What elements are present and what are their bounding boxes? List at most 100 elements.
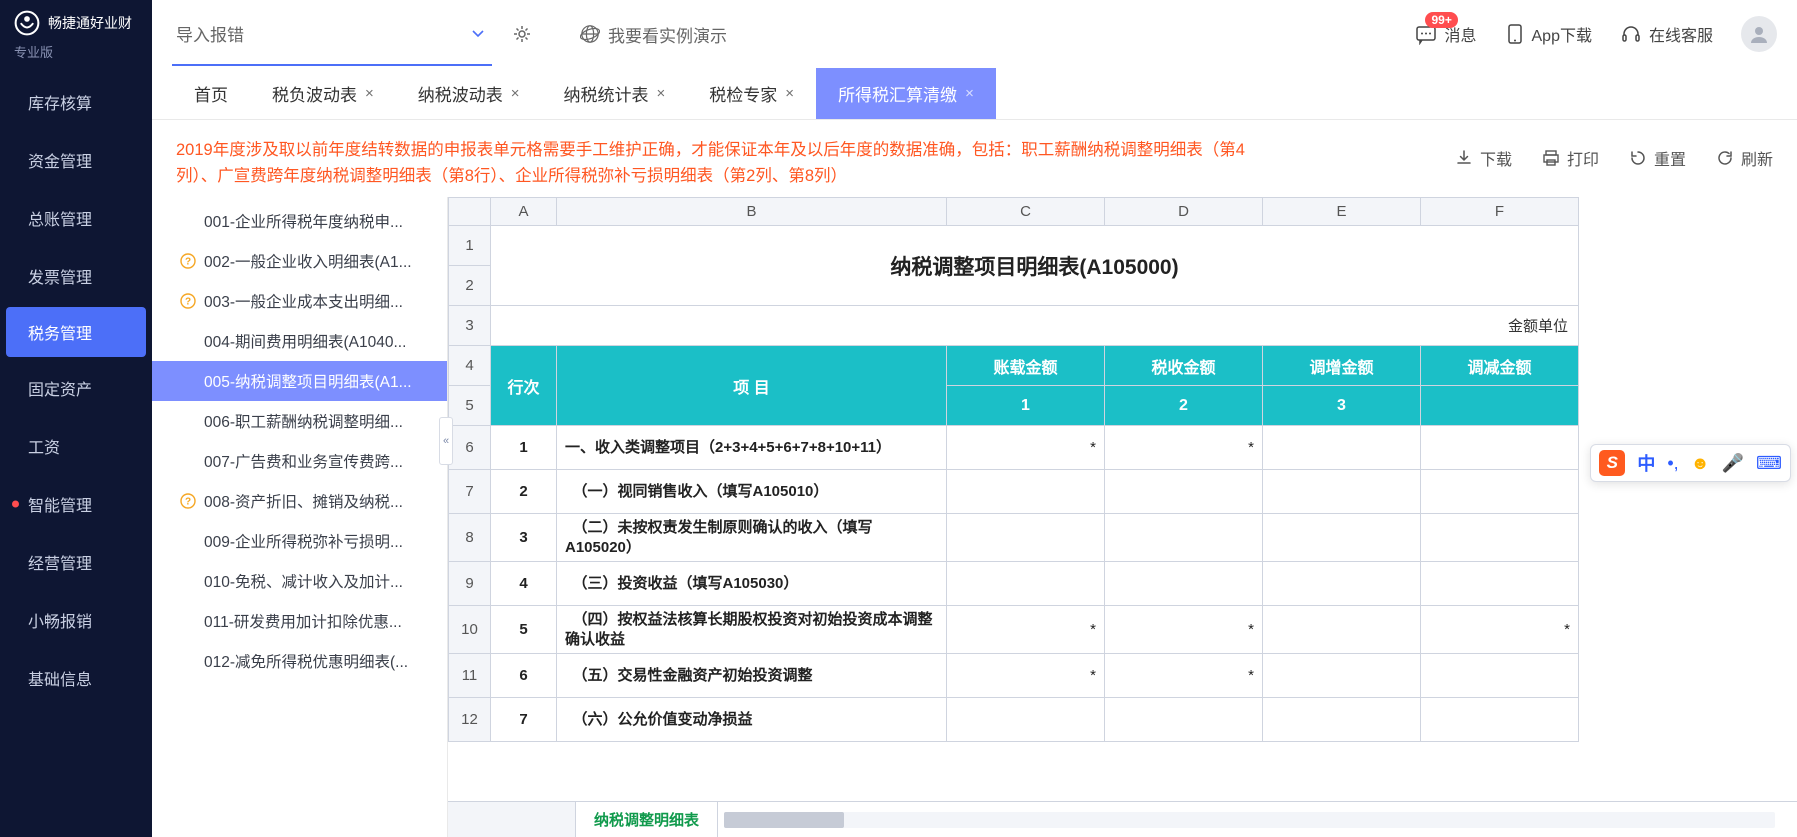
item-cell[interactable]: （五）交易性金融资产初始投资调整 <box>557 654 947 698</box>
value-cell[interactable] <box>1105 562 1263 606</box>
row-header[interactable]: 10 <box>449 606 491 654</box>
row-number-cell[interactable]: 6 <box>491 654 557 698</box>
column-header[interactable]: D <box>1105 198 1263 226</box>
value-cell[interactable]: * <box>947 654 1105 698</box>
value-cell[interactable] <box>1421 562 1579 606</box>
ime-mic-icon[interactable]: 🎤 <box>1722 453 1744 474</box>
value-cell[interactable] <box>1263 698 1421 742</box>
ime-keyboard-icon[interactable]: ⌨ <box>1756 453 1782 474</box>
row-header[interactable]: 1 <box>449 226 491 266</box>
form-list-item[interactable]: ?008-资产折旧、摊销及纳税... <box>152 481 447 521</box>
horizontal-scrollbar[interactable] <box>724 812 1775 828</box>
close-icon[interactable]: × <box>365 85 374 102</box>
value-cell[interactable]: * <box>947 606 1105 654</box>
value-cell[interactable] <box>1421 470 1579 514</box>
corner-cell[interactable] <box>449 198 491 226</box>
value-cell[interactable] <box>1263 654 1421 698</box>
online-service-button[interactable]: 在线客服 <box>1620 22 1713 46</box>
close-icon[interactable]: × <box>785 85 794 102</box>
page-tab[interactable]: 首页 <box>172 68 250 119</box>
item-cell[interactable]: （六）公允价值变动净损益 <box>557 698 947 742</box>
close-icon[interactable]: × <box>965 85 974 102</box>
form-list-item[interactable]: ?006-职工薪酬纳税调整明细... <box>152 401 447 441</box>
form-list-item[interactable]: ?009-企业所得税弥补亏损明... <box>152 521 447 561</box>
column-header[interactable]: C <box>947 198 1105 226</box>
row-header[interactable]: 4 <box>449 346 491 386</box>
form-list-item[interactable]: ?005-纳税调整项目明细表(A1... <box>152 361 447 401</box>
item-cell[interactable]: （三）投资收益（填写A105030） <box>557 562 947 606</box>
value-cell[interactable]: * <box>1421 606 1579 654</box>
value-cell[interactable] <box>1421 698 1579 742</box>
avatar[interactable] <box>1741 16 1777 52</box>
row-number-cell[interactable]: 2 <box>491 470 557 514</box>
row-header[interactable]: 8 <box>449 514 491 562</box>
item-cell[interactable]: 一、收入类调整项目（2+3+4+5+6+7+8+10+11） <box>557 426 947 470</box>
sidebar-item[interactable]: 基础信息 <box>0 649 152 707</box>
sidebar-item[interactable]: 税务管理 <box>6 307 146 357</box>
form-list-item[interactable]: ?004-期间费用明细表(A1040... <box>152 321 447 361</box>
value-cell[interactable] <box>1263 514 1421 562</box>
collapse-handle[interactable]: « <box>439 417 453 465</box>
value-cell[interactable] <box>1263 426 1421 470</box>
value-cell[interactable] <box>1263 606 1421 654</box>
sidebar-item[interactable]: 经营管理 <box>0 533 152 591</box>
row-header[interactable]: 11 <box>449 654 491 698</box>
value-cell[interactable] <box>947 470 1105 514</box>
value-cell[interactable] <box>947 562 1105 606</box>
ime-lang-toggle[interactable]: 中 <box>1637 450 1655 476</box>
page-tab[interactable]: 纳税统计表× <box>542 68 688 119</box>
row-header[interactable]: 3 <box>449 306 491 346</box>
value-cell[interactable]: * <box>1105 426 1263 470</box>
row-header[interactable]: 9 <box>449 562 491 606</box>
value-cell[interactable]: * <box>1105 654 1263 698</box>
value-cell[interactable] <box>1105 698 1263 742</box>
form-list-item[interactable]: ?007-广告费和业务宣传费跨... <box>152 441 447 481</box>
column-header[interactable]: B <box>557 198 947 226</box>
row-header[interactable]: 6 <box>449 426 491 470</box>
close-icon[interactable]: × <box>511 85 520 102</box>
form-list-item[interactable]: ?003-一般企业成本支出明细... <box>152 281 447 321</box>
sheet-tab[interactable]: 纳税调整明细表 <box>576 802 718 837</box>
value-cell[interactable]: * <box>947 426 1105 470</box>
messages-button[interactable]: 99+ 消息 <box>1415 22 1476 46</box>
column-header[interactable]: A <box>491 198 557 226</box>
form-list-item[interactable]: ?002-一般企业收入明细表(A1... <box>152 241 447 281</box>
row-number-cell[interactable]: 4 <box>491 562 557 606</box>
row-header[interactable]: 7 <box>449 470 491 514</box>
value-cell[interactable] <box>1105 470 1263 514</box>
sidebar-item[interactable]: 智能管理 <box>0 475 152 533</box>
sidebar-item[interactable]: 库存核算 <box>0 73 152 131</box>
value-cell[interactable] <box>1263 562 1421 606</box>
form-list-item[interactable]: ?010-免税、减计收入及加计... <box>152 561 447 601</box>
sidebar-item[interactable]: 工资 <box>0 417 152 475</box>
app-download-button[interactable]: App下载 <box>1505 22 1592 46</box>
reset-button[interactable]: 重置 <box>1629 146 1686 170</box>
form-list-item[interactable]: ?012-减免所得税优惠明细表(... <box>152 641 447 681</box>
print-button[interactable]: 打印 <box>1542 146 1599 170</box>
row-number-cell[interactable]: 7 <box>491 698 557 742</box>
ime-emoji-icon[interactable]: ☻ <box>1691 453 1710 474</box>
value-cell[interactable] <box>947 514 1105 562</box>
page-tab[interactable]: 税负波动表× <box>250 68 396 119</box>
page-tab[interactable]: 纳税波动表× <box>396 68 542 119</box>
sidebar-item[interactable]: 总账管理 <box>0 189 152 247</box>
row-number-cell[interactable]: 5 <box>491 606 557 654</box>
download-button[interactable]: 下载 <box>1455 146 1512 170</box>
row-number-cell[interactable]: 1 <box>491 426 557 470</box>
item-cell[interactable]: （一）视同销售收入（填写A105010） <box>557 470 947 514</box>
spreadsheet[interactable]: ABCDEF1纳税调整项目明细表(A105000)23金额单位4行次项 目账载金… <box>448 197 1797 801</box>
column-header[interactable]: E <box>1263 198 1421 226</box>
ime-toolbar[interactable]: S 中 •, ☻ 🎤 ⌨ <box>1590 444 1791 482</box>
value-cell[interactable] <box>1263 470 1421 514</box>
value-cell[interactable] <box>1421 514 1579 562</box>
item-cell[interactable]: （二）未按权责发生制原则确认的收入（填写A105020） <box>557 514 947 562</box>
scrollbar-thumb[interactable] <box>724 812 844 828</box>
row-header[interactable]: 2 <box>449 266 491 306</box>
value-cell[interactable] <box>947 698 1105 742</box>
demo-link[interactable]: 我要看实例演示 <box>580 22 727 47</box>
sidebar-item[interactable]: 小畅报销 <box>0 591 152 649</box>
import-error-dropdown[interactable]: 导入报错 <box>172 15 492 66</box>
refresh-button[interactable]: 刷新 <box>1716 146 1773 170</box>
sidebar-item[interactable]: 发票管理 <box>0 247 152 305</box>
form-list-item[interactable]: ?001-企业所得税年度纳税申... <box>152 201 447 241</box>
